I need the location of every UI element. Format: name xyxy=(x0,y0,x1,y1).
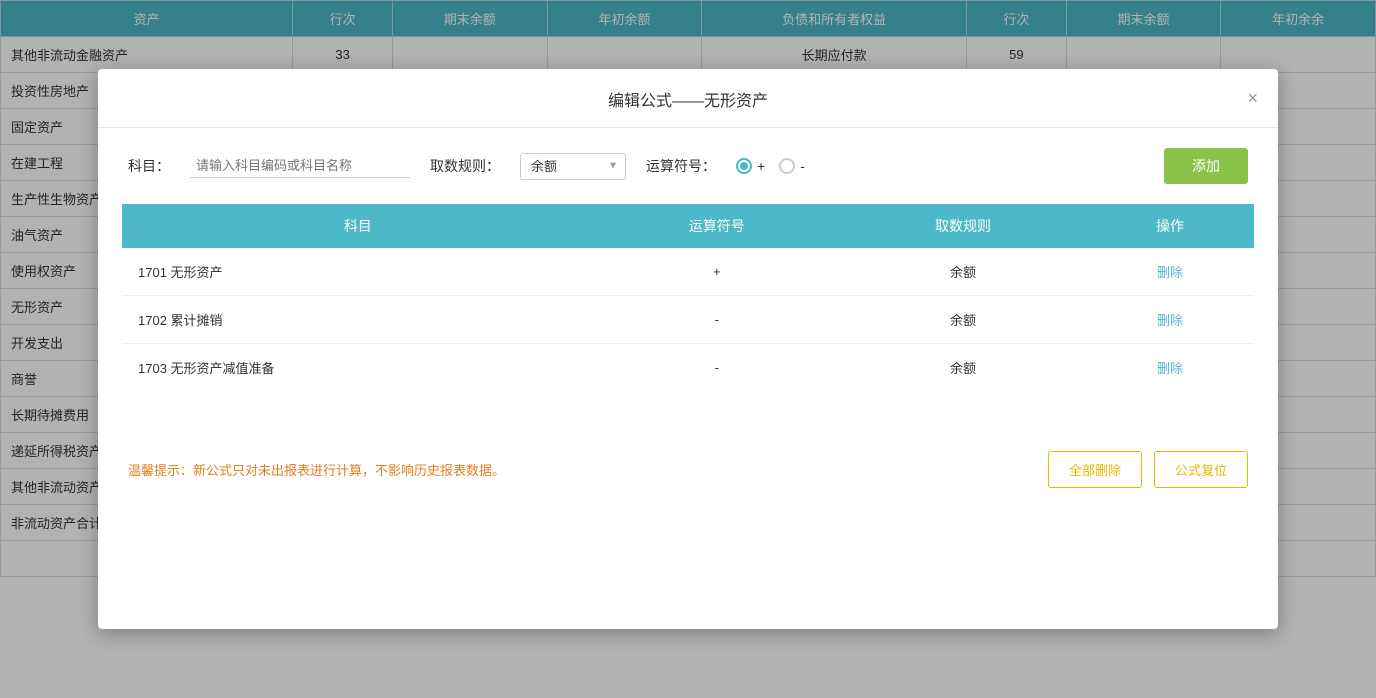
subject-input[interactable] xyxy=(190,154,410,178)
operator-minus-label: - xyxy=(800,158,805,174)
reset-formula-button[interactable]: 公式复位 xyxy=(1154,451,1248,488)
table-row: 1703 无形资产减值准备 - 余额 删除 xyxy=(122,344,1254,392)
subject-label: 科目： xyxy=(128,156,170,176)
rule-select-wrap: 余额借方发生额贷方发生额 ▼ xyxy=(520,153,626,180)
table-header-row: 科目 运算符号 取数规则 操作 xyxy=(122,204,1254,248)
modal-title: 编辑公式——无形资产 xyxy=(608,93,768,110)
modal-overlay: 编辑公式——无形资产 × 科目： 取数规则： 余额借方发生额贷方发生额 ▼ 运算… xyxy=(0,0,1376,698)
add-button[interactable]: 添加 xyxy=(1164,148,1248,184)
close-button[interactable]: × xyxy=(1247,89,1258,107)
operator-radio-group: + - xyxy=(736,158,805,174)
th-rule: 取数规则 xyxy=(840,204,1086,248)
radio-circle-plus xyxy=(736,158,752,174)
row-subject: 1702 累计摊销 xyxy=(122,296,594,344)
rule-label: 取数规则： xyxy=(430,156,500,176)
th-subject: 科目 xyxy=(122,204,594,248)
radio-circle-minus xyxy=(779,158,795,174)
th-operator: 运算符号 xyxy=(594,204,840,248)
modal-dialog: 编辑公式——无形资产 × 科目： 取数规则： 余额借方发生额贷方发生额 ▼ 运算… xyxy=(98,69,1278,629)
row-subject: 1703 无形资产减值准备 xyxy=(122,344,594,392)
th-action: 操作 xyxy=(1086,204,1254,248)
modal-header: 编辑公式——无形资产 × xyxy=(98,69,1278,128)
row-action: 删除 xyxy=(1086,248,1254,296)
operator-plus-label: + xyxy=(757,158,765,174)
row-operator: - xyxy=(594,344,840,392)
delete-all-button[interactable]: 全部删除 xyxy=(1048,451,1142,488)
modal-footer: 温馨提示：新公式只对未出报表进行计算，不影响历史报表数据。 全部删除 公式复位 xyxy=(98,431,1278,508)
form-row: 科目： 取数规则： 余额借方发生额贷方发生额 ▼ 运算符号： + - 添加 xyxy=(98,128,1278,204)
table-row: 1701 无形资产 + 余额 删除 xyxy=(122,248,1254,296)
row-operator: - xyxy=(594,296,840,344)
delete-link[interactable]: 删除 xyxy=(1157,361,1183,376)
row-rule: 余额 xyxy=(840,344,1086,392)
footer-tip: 温馨提示：新公式只对未出报表进行计算，不影响历史报表数据。 xyxy=(128,460,505,479)
operator-plus-radio[interactable]: + xyxy=(736,158,765,174)
row-action: 删除 xyxy=(1086,296,1254,344)
row-rule: 余额 xyxy=(840,248,1086,296)
formula-table: 科目 运算符号 取数规则 操作 1701 无形资产 + 余额 删除 xyxy=(122,204,1254,391)
row-action: 删除 xyxy=(1086,344,1254,392)
row-subject: 1701 无形资产 xyxy=(122,248,594,296)
footer-buttons: 全部删除 公式复位 xyxy=(1048,451,1248,488)
delete-link[interactable]: 删除 xyxy=(1157,313,1183,328)
row-operator: + xyxy=(594,248,840,296)
rule-select[interactable]: 余额借方发生额贷方发生额 xyxy=(520,153,626,180)
row-rule: 余额 xyxy=(840,296,1086,344)
table-row: 1702 累计摊销 - 余额 删除 xyxy=(122,296,1254,344)
delete-link[interactable]: 删除 xyxy=(1157,265,1183,280)
operator-minus-radio[interactable]: - xyxy=(779,158,805,174)
data-table-wrap: 科目 运算符号 取数规则 操作 1701 无形资产 + 余额 删除 xyxy=(98,204,1278,391)
operator-label: 运算符号： xyxy=(646,156,716,176)
